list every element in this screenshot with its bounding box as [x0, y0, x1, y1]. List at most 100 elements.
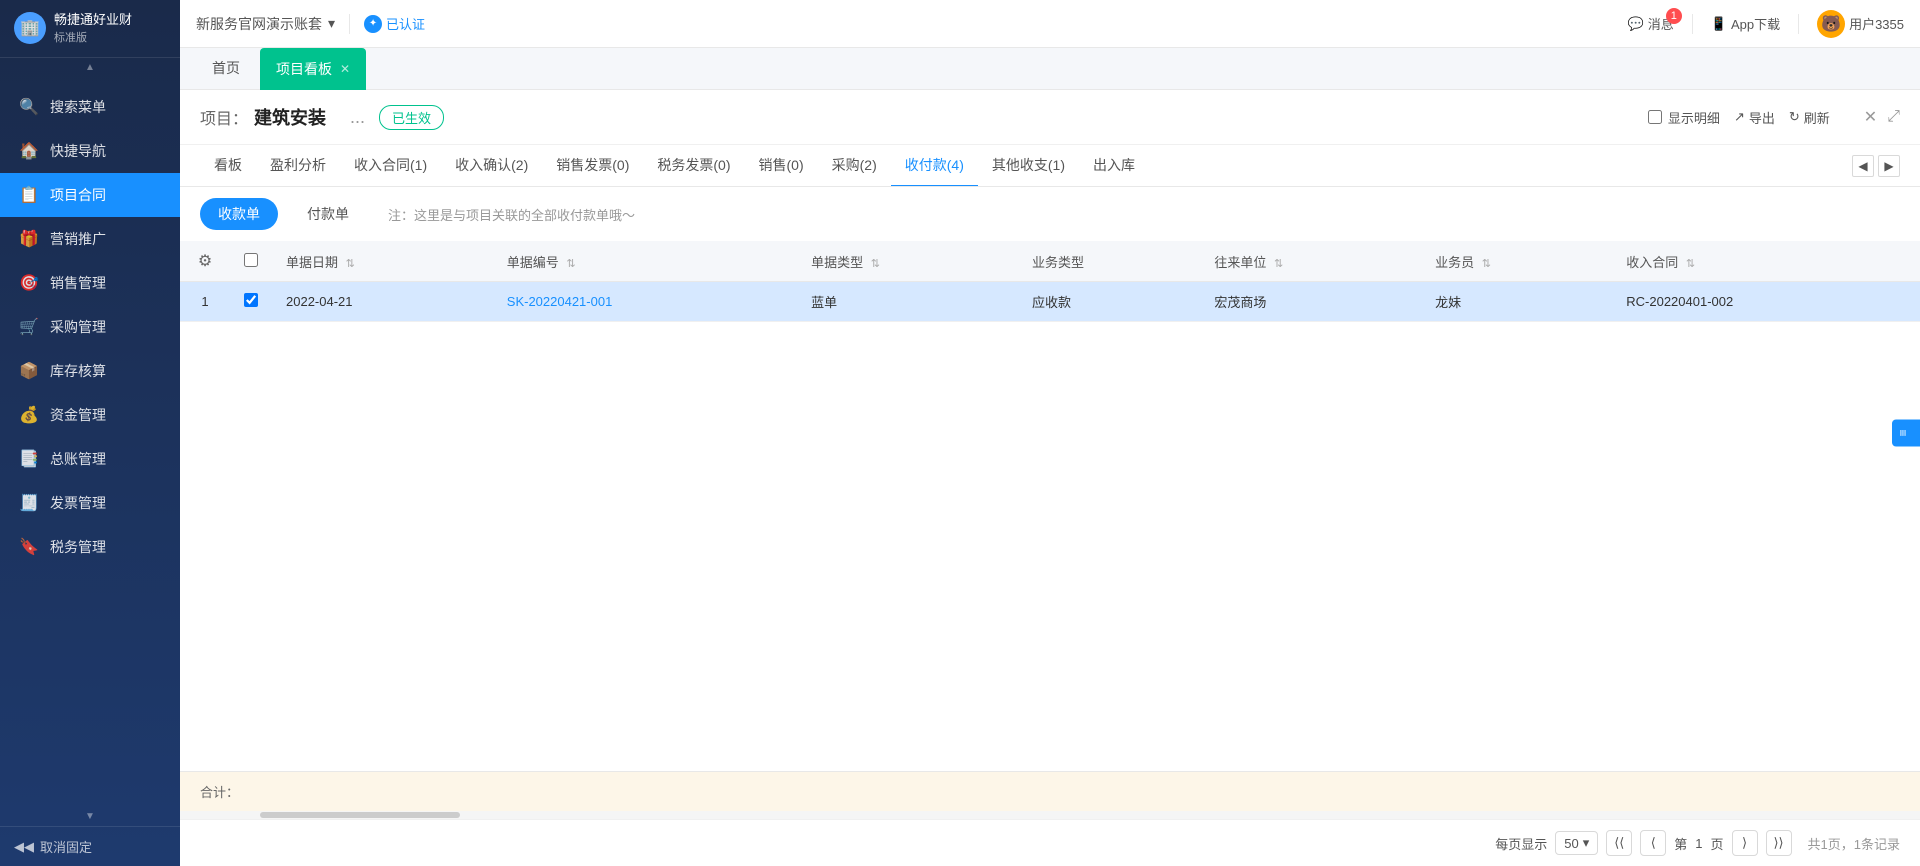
tabbar: 首页 项目看板 ✕ [180, 48, 1920, 90]
project-title: 建筑安装 [254, 104, 326, 130]
maximize-window-button[interactable]: ⤢ [1887, 108, 1900, 126]
app-download-button[interactable]: 📱 App下载 [1711, 14, 1780, 33]
tax-icon: 🔖 [18, 537, 40, 557]
sidebar-item-tax-mgmt[interactable]: 🔖 税务管理 [0, 525, 180, 569]
pagination: 每页显示 50 ▾ ⟨⟨ ⟨ 第 1 页 ⟩ ⟩⟩ 共1页，1条记录 [180, 819, 1920, 866]
sidebar-item-label: 营销推广 [50, 229, 106, 249]
sidebar-item-marketing[interactable]: 🎁 营销推广 [0, 217, 180, 261]
topbar: 新服务官网演示账套 ▾ ✦ 已认证 💬 消息 1 📱 App下载 🐻 [180, 0, 1920, 48]
tab-home-label: 首页 [212, 58, 240, 78]
user-menu[interactable]: 🐻 用户3355 [1817, 10, 1904, 38]
tab-home[interactable]: 首页 [196, 48, 256, 90]
col-type-sort-icon[interactable]: ⇅ [871, 258, 880, 270]
page-info: 第 1 页 [1674, 834, 1723, 853]
export-button[interactable]: ↗ 导出 [1734, 108, 1775, 127]
project-more-button[interactable]: ... [350, 107, 365, 128]
message-button[interactable]: 💬 消息 1 [1628, 14, 1674, 33]
sub-nav-income-confirm[interactable]: 收入确认(2) [441, 145, 542, 187]
col-salesman-sort-icon[interactable]: ⇅ [1482, 258, 1491, 270]
close-window-button[interactable]: ✕ [1864, 107, 1877, 127]
certified-badge: ✦ 已认证 [364, 14, 425, 33]
page-size-dropdown-icon: ▾ [1583, 835, 1590, 851]
sidebar-item-purchase-mgmt[interactable]: 🛒 采购管理 [0, 305, 180, 349]
row-checkbox-1[interactable] [244, 293, 258, 307]
sidebar-item-general-ledger[interactable]: 📑 总账管理 [0, 437, 180, 481]
sub-nav-warehouse-label: 出入库 [1093, 157, 1135, 173]
row-income-contract-1: RC-20220401-002 [1612, 282, 1920, 322]
account-selector[interactable]: 新服务官网演示账套 ▾ [196, 14, 335, 34]
current-page-value: 1 [1695, 836, 1702, 851]
account-dropdown-icon: ▾ [328, 15, 335, 32]
sub-nav-left-arrow[interactable]: ◀ [1852, 155, 1874, 177]
payment-bill-label: 付款单 [307, 206, 349, 222]
message-icon: 💬 [1628, 16, 1644, 32]
certified-label: 已认证 [386, 14, 425, 33]
payment-bill-tab[interactable]: 付款单 [288, 197, 368, 231]
sidebar-unpin-button[interactable]: ◀◀ 取消固定 [0, 826, 180, 866]
page-first-button[interactable]: ⟨⟨ [1606, 830, 1632, 856]
sub-nav-tax-invoice[interactable]: 税务发票(0) [643, 145, 744, 187]
page-size-label: 每页显示 [1495, 834, 1547, 853]
sub-nav-sales[interactable]: 销售(0) [745, 145, 818, 187]
sub-nav-warehouse[interactable]: 出入库 [1079, 145, 1149, 187]
scrollbar-thumb[interactable] [260, 812, 460, 818]
table-footer: 合计： [180, 771, 1920, 811]
show-detail-input[interactable] [1648, 110, 1662, 124]
sidebar-item-label: 资金管理 [50, 405, 106, 425]
sidebar-item-fund-mgmt[interactable]: 💰 资金管理 [0, 393, 180, 437]
sidebar-item-project-contract[interactable]: 📋 项目合同 [0, 173, 180, 217]
col-salesman: 业务员 ⇅ [1421, 241, 1612, 282]
export-label: 导出 [1749, 108, 1775, 127]
sub-nav-income-contract[interactable]: 收入合同(1) [340, 145, 441, 187]
gear-settings-icon[interactable]: ⚙ [198, 253, 212, 270]
col-partner-sort-icon[interactable]: ⇅ [1274, 258, 1283, 270]
refresh-button[interactable]: ↻ 刷新 [1789, 108, 1830, 127]
show-detail-checkbox[interactable]: 显示明细 [1648, 108, 1720, 127]
tab-project-board[interactable]: 项目看板 ✕ [260, 48, 366, 90]
sidebar-item-invoice-mgmt[interactable]: 🧾 发票管理 [0, 481, 180, 525]
table-scrollbar[interactable] [180, 811, 1920, 819]
export-icon: ↗ [1734, 109, 1745, 125]
row-salesman-1: 龙妹 [1421, 282, 1612, 322]
page-next-button[interactable]: ⟩ [1732, 830, 1758, 856]
floating-icon: ≡ [1896, 429, 1910, 436]
sidebar-item-sales-mgmt[interactable]: 🎯 销售管理 [0, 261, 180, 305]
sub-nav-purchase[interactable]: 采购(2) [818, 145, 891, 187]
page-prev-button[interactable]: ⟨ [1640, 830, 1666, 856]
col-biz-type: 业务类型 [1018, 241, 1200, 282]
divider [349, 14, 350, 34]
select-all-checkbox[interactable] [244, 253, 258, 267]
sub-nav-receipt[interactable]: 收付款(4) [891, 145, 978, 187]
sub-nav-sales-invoice[interactable]: 销售发票(0) [542, 145, 643, 187]
sidebar-item-search[interactable]: 🔍 搜索菜单 [0, 85, 180, 129]
sidebar-item-label: 搜索菜单 [50, 97, 106, 117]
page-size-value: 50 [1564, 836, 1578, 851]
sub-nav-right-arrow[interactable]: ▶ [1878, 155, 1900, 177]
page-size-select[interactable]: 50 ▾ [1555, 831, 1598, 855]
sub-nav-income-confirm-label: 收入确认(2) [455, 157, 528, 173]
project-header: 项目： 建筑安装 ... 已生效 显示明细 ↗ 导出 ↻ 刷新 ✕ [180, 90, 1920, 145]
data-table: ⚙ 单据日期 ⇅ 单据编号 ⇅ [180, 241, 1920, 322]
receipt-bill-tab[interactable]: 收款单 [200, 198, 278, 230]
user-label: 用户3355 [1849, 14, 1904, 33]
sub-nav-kanban[interactable]: 看板 [200, 145, 256, 187]
sidebar-item-inventory[interactable]: 📦 库存核算 [0, 349, 180, 393]
total-label: 共1页，1条记录 [1808, 834, 1900, 853]
sales-icon: 🎯 [18, 273, 40, 293]
col-date-sort-icon[interactable]: ⇅ [346, 258, 355, 270]
sub-nav-profit[interactable]: 盈利分析 [256, 145, 340, 187]
tab-close-icon[interactable]: ✕ [340, 62, 350, 76]
sidebar-item-quick-nav[interactable]: 🏠 快捷导航 [0, 129, 180, 173]
message-badge: 1 [1666, 8, 1682, 24]
unpin-icon: ◀◀ [14, 839, 34, 855]
account-name: 新服务官网演示账套 [196, 14, 322, 34]
floating-side-button[interactable]: ≡ [1892, 419, 1920, 446]
page-last-button[interactable]: ⟩⟩ [1766, 830, 1792, 856]
row-code-link-1[interactable]: SK-20220421-001 [507, 294, 613, 309]
current-page-label: 第 [1674, 834, 1687, 853]
main-area: 新服务官网演示账套 ▾ ✦ 已认证 💬 消息 1 📱 App下载 🐻 [180, 0, 1920, 866]
col-code-sort-icon[interactable]: ⇅ [566, 258, 575, 270]
col-income-contract-sort-icon[interactable]: ⇅ [1686, 258, 1695, 270]
sub-nav-other-expense[interactable]: 其他收支(1) [978, 145, 1079, 187]
page-unit: 页 [1711, 834, 1724, 853]
